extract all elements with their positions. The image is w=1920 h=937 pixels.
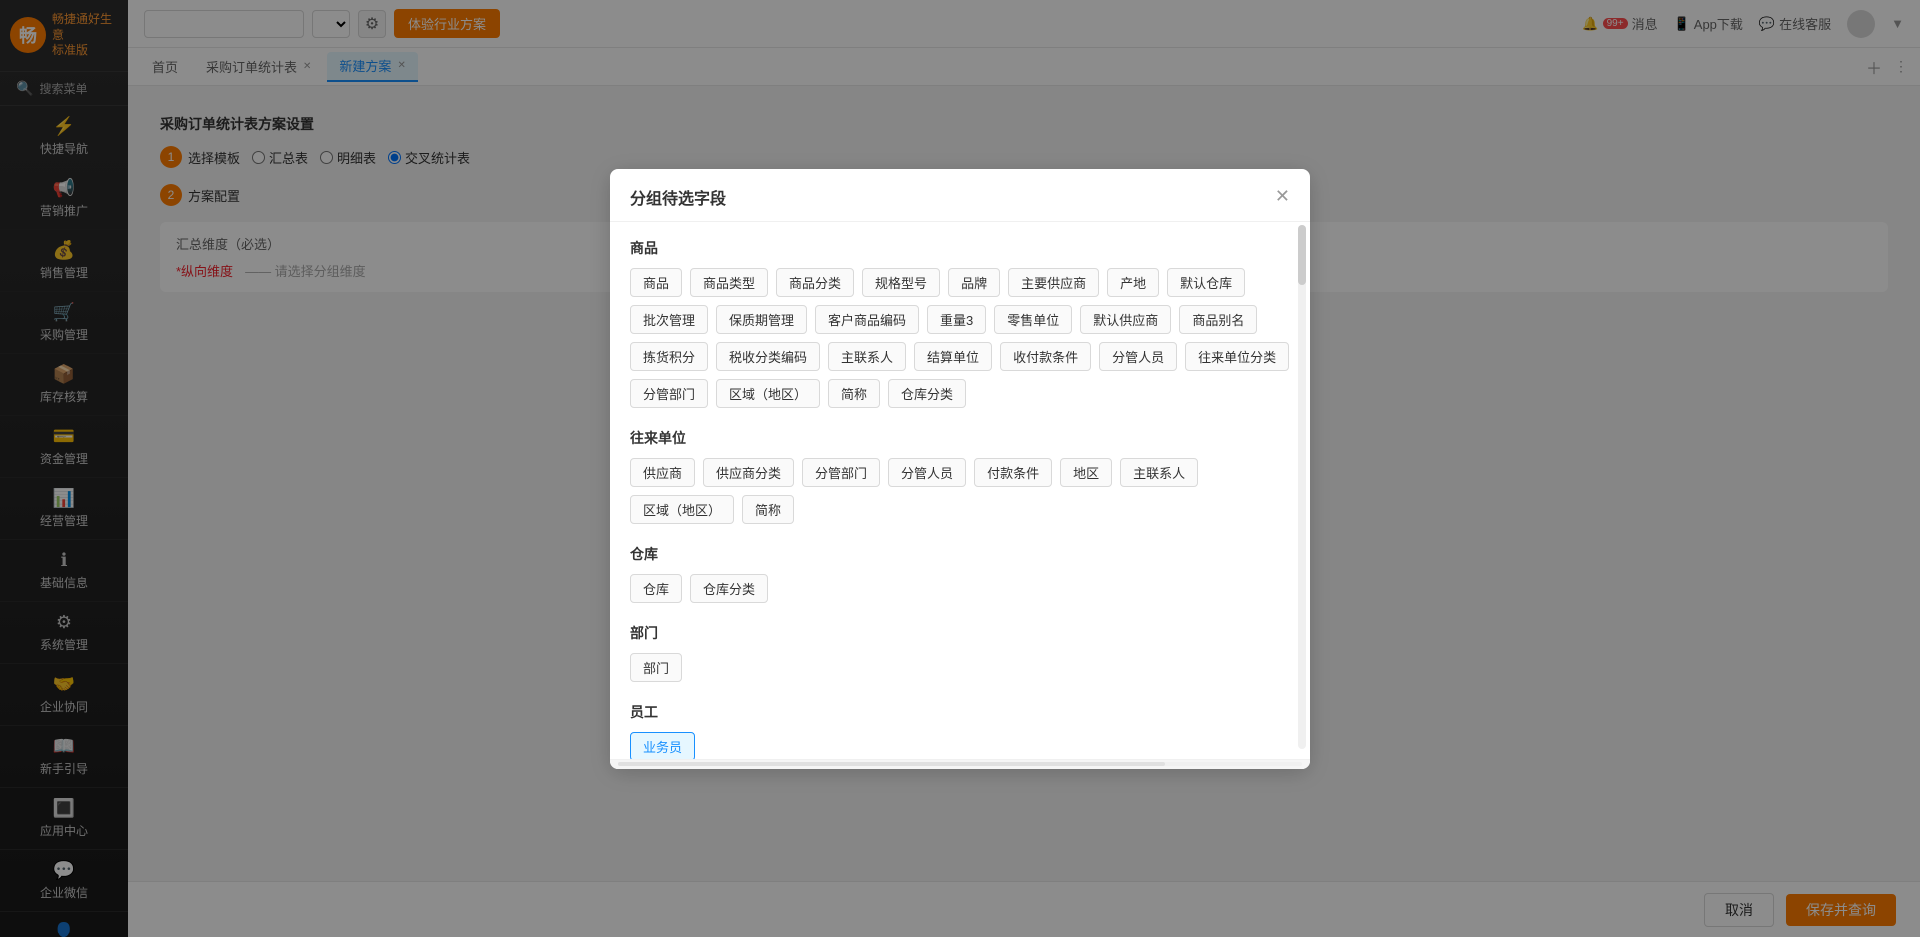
field-tag-1-1[interactable]: 供应商分类 [703,458,794,487]
field-select-modal: 分组待选字段 ✕ 商品商品商品类型商品分类规格型号品牌主要供应商产地默认仓库批次… [610,169,1310,769]
modal-close-btn[interactable]: ✕ [1275,186,1290,207]
field-tag-0-20[interactable]: 分管人员 [1099,342,1177,371]
field-tag-0-7[interactable]: 默认仓库 [1167,268,1245,297]
field-tag-1-8[interactable]: 简称 [742,495,794,524]
field-tag-2-1[interactable]: 仓库分类 [690,574,768,603]
field-tag-0-10[interactable]: 客户商品编码 [815,305,919,334]
modal-overlay: 分组待选字段 ✕ 商品商品商品类型商品分类规格型号品牌主要供应商产地默认仓库批次… [0,0,1920,937]
field-section-1: 往来单位供应商供应商分类分管部门分管人员付款条件地区主联系人区域（地区） 简称 [630,428,1290,524]
section-title-4: 员工 [630,702,1290,722]
field-grid-2: 仓库仓库分类 [630,574,1290,603]
field-tag-0-18[interactable]: 结算单位 [914,342,992,371]
field-tag-1-6[interactable]: 主联系人 [1120,458,1198,487]
field-section-2: 仓库仓库仓库分类 [630,544,1290,603]
field-section-4: 员工业务员 [630,702,1290,759]
field-tag-0-12[interactable]: 零售单位 [994,305,1072,334]
field-tag-0-16[interactable]: 税收分类编码 [716,342,820,371]
field-tag-0-11[interactable]: 重量3 [927,305,986,334]
field-tag-0-5[interactable]: 主要供应商 [1008,268,1099,297]
field-tag-1-3[interactable]: 分管人员 [888,458,966,487]
field-tag-1-0[interactable]: 供应商 [630,458,695,487]
field-tag-0-9[interactable]: 保质期管理 [716,305,807,334]
field-tag-0-25[interactable]: 仓库分类 [888,379,966,408]
field-tag-1-4[interactable]: 付款条件 [974,458,1052,487]
field-tag-0-13[interactable]: 默认供应商 [1080,305,1171,334]
field-section-3: 部门部门 [630,623,1290,682]
field-tag-1-2[interactable]: 分管部门 [802,458,880,487]
field-grid-4: 业务员 [630,732,1290,759]
field-grid-3: 部门 [630,653,1290,682]
field-grid-0: 商品商品类型商品分类规格型号品牌主要供应商产地默认仓库批次管理保质期管理客户商品… [630,268,1290,408]
section-title-1: 往来单位 [630,428,1290,448]
field-tag-2-0[interactable]: 仓库 [630,574,682,603]
section-title-2: 仓库 [630,544,1290,564]
field-tag-0-24[interactable]: 简称 [828,379,880,408]
modal-body[interactable]: 商品商品商品类型商品分类规格型号品牌主要供应商产地默认仓库批次管理保质期管理客户… [610,222,1310,759]
field-tag-0-3[interactable]: 规格型号 [862,268,940,297]
field-tag-0-19[interactable]: 收付款条件 [1000,342,1091,371]
field-tag-0-1[interactable]: 商品类型 [690,268,768,297]
section-title-3: 部门 [630,623,1290,643]
field-tag-0-22[interactable]: 分管部门 [630,379,708,408]
section-title-0: 商品 [630,238,1290,258]
field-tag-0-23[interactable]: 区域（地区） [716,379,820,408]
field-tag-0-0[interactable]: 商品 [630,268,682,297]
scrollbar-track [1298,225,1306,749]
field-section-0: 商品商品商品类型商品分类规格型号品牌主要供应商产地默认仓库批次管理保质期管理客户… [630,238,1290,408]
field-tag-3-0[interactable]: 部门 [630,653,682,682]
field-tag-1-5[interactable]: 地区 [1060,458,1112,487]
field-tag-0-21[interactable]: 往来单位分类 [1185,342,1289,371]
modal-hscrollbar [610,759,1310,769]
field-tag-0-17[interactable]: 主联系人 [828,342,906,371]
field-tag-0-15[interactable]: 拣货积分 [630,342,708,371]
field-tag-0-8[interactable]: 批次管理 [630,305,708,334]
hscrollbar-thumb[interactable] [618,762,1165,766]
field-tag-0-14[interactable]: 商品别名 [1179,305,1257,334]
field-tag-4-0[interactable]: 业务员 [630,732,695,759]
field-tag-0-2[interactable]: 商品分类 [776,268,854,297]
modal-header: 分组待选字段 ✕ [610,169,1310,222]
modal-title: 分组待选字段 [630,185,726,209]
field-tag-1-7[interactable]: 区域（地区） [630,495,734,524]
field-tag-0-4[interactable]: 品牌 [948,268,1000,297]
field-grid-1: 供应商供应商分类分管部门分管人员付款条件地区主联系人区域（地区） 简称 [630,458,1290,524]
field-tag-0-6[interactable]: 产地 [1107,268,1159,297]
scrollbar-thumb[interactable] [1298,225,1306,285]
